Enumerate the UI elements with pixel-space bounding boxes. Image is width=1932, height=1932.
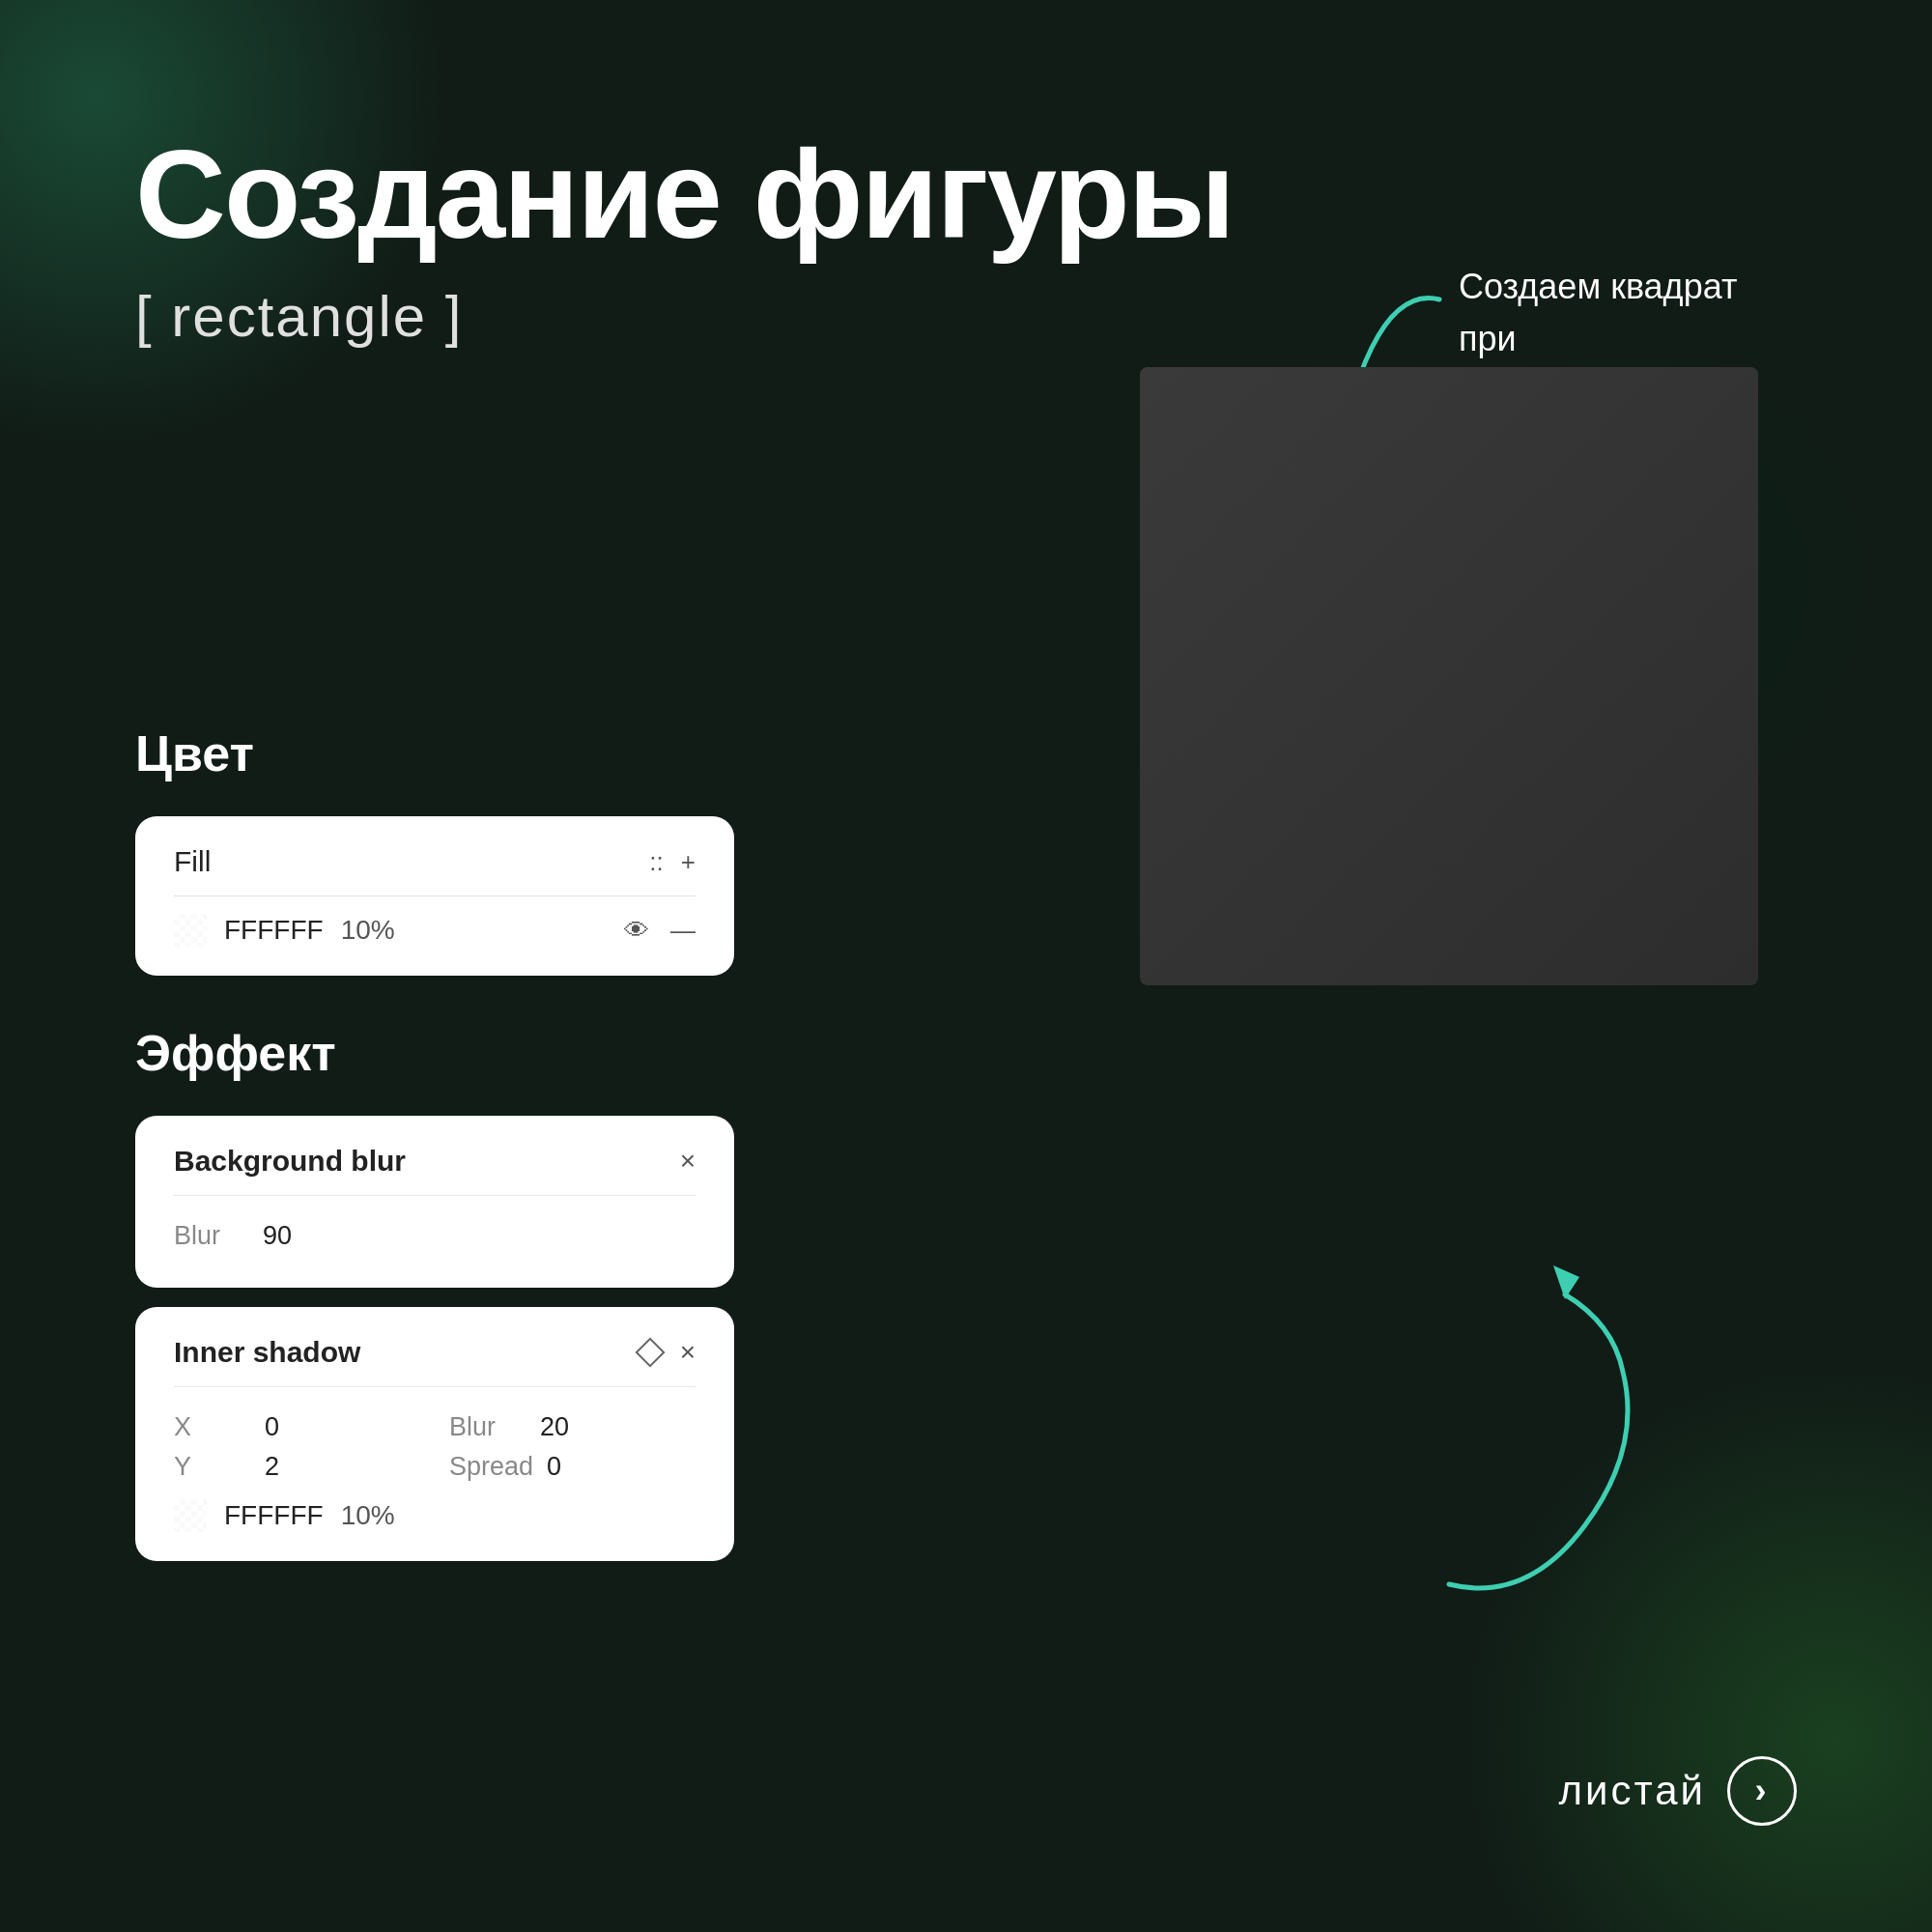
fill-color-row: FFFFFF 10% 👁 — (174, 914, 696, 947)
inner-shadow-panel: Inner shadow × X 0 Blur 20 Y (135, 1307, 734, 1561)
rect-shape (1140, 367, 1758, 985)
color-section-label: Цвет (135, 724, 734, 782)
blur-label: Blur (174, 1221, 251, 1251)
fill-opacity-value: 10% (341, 915, 395, 946)
spread-row: Spread 0 (449, 1452, 696, 1482)
inner-shadow-color-hex: FFFFFF (224, 1500, 324, 1531)
inner-shadow-color-swatch[interactable] (174, 1499, 207, 1532)
background-blur-panel: Background blur × Blur 90 (135, 1116, 734, 1288)
svg-marker-1 (1553, 1265, 1579, 1299)
fill-panel: Fill :: + FFFFFF 10% 👁 — (135, 816, 734, 976)
eye-icon[interactable]: 👁 (624, 916, 649, 946)
x-row: X 0 (174, 1412, 420, 1442)
fill-header-icons: :: + (649, 847, 696, 877)
rectangle-area (1101, 290, 1797, 985)
minus-icon[interactable]: — (670, 916, 696, 946)
inner-shadow-action-icons: × (639, 1339, 696, 1366)
fill-panel-header: Fill :: + (174, 845, 696, 896)
next-button[interactable]: листай › (1558, 1756, 1797, 1826)
x-value: 0 (265, 1412, 279, 1442)
spread-label: Spread (449, 1452, 533, 1482)
left-column: Цвет Fill :: + FFFFFF 10% 👁 — Эффект (135, 724, 734, 1580)
chevron-right-icon: › (1755, 1771, 1770, 1811)
inner-shadow-grid: X 0 Blur 20 Y 2 Spread 0 (174, 1405, 696, 1482)
spread-value: 0 (547, 1452, 561, 1482)
bg-blur-close[interactable]: × (680, 1148, 696, 1175)
blur-label-inner: Blur (449, 1412, 526, 1442)
color-hex-value: FFFFFF (224, 915, 324, 946)
y-value: 2 (265, 1452, 279, 1482)
blur-row: Blur 90 (174, 1213, 696, 1259)
arrow-bottom (1372, 1236, 1739, 1604)
inner-shadow-title: Inner shadow (174, 1336, 360, 1369)
inner-shadow-close[interactable]: × (680, 1339, 696, 1366)
color-swatch[interactable] (174, 914, 207, 947)
inner-shadow-opacity: 10% (341, 1500, 395, 1531)
inner-shadow-color-row: FFFFFF 10% (174, 1499, 696, 1532)
add-fill-icon[interactable]: + (681, 847, 696, 877)
grid-icon[interactable]: :: (649, 847, 663, 877)
page-title: Создание фигуры (135, 126, 1797, 264)
blur-value: 90 (263, 1221, 292, 1251)
diamond-icon[interactable] (635, 1337, 665, 1367)
x-label: X (174, 1412, 251, 1442)
fill-action-icons: 👁 — (624, 916, 696, 946)
bg-blur-title: Background blur (174, 1145, 406, 1178)
next-circle-icon: › (1727, 1756, 1797, 1826)
next-label: листай (1558, 1768, 1706, 1814)
y-label: Y (174, 1452, 251, 1482)
fill-label: Fill (174, 845, 211, 878)
effect-section-label: Эффект (135, 1024, 734, 1082)
blur-value-inner: 20 (540, 1412, 569, 1442)
inner-shadow-header: Inner shadow × (174, 1336, 696, 1387)
y-row: Y 2 (174, 1452, 420, 1482)
bg-blur-header: Background blur × (174, 1145, 696, 1196)
page-container: Создание фигуры [ rectangle ] Создаем кв… (0, 0, 1932, 1932)
blur-row-inner: Blur 20 (449, 1412, 696, 1442)
